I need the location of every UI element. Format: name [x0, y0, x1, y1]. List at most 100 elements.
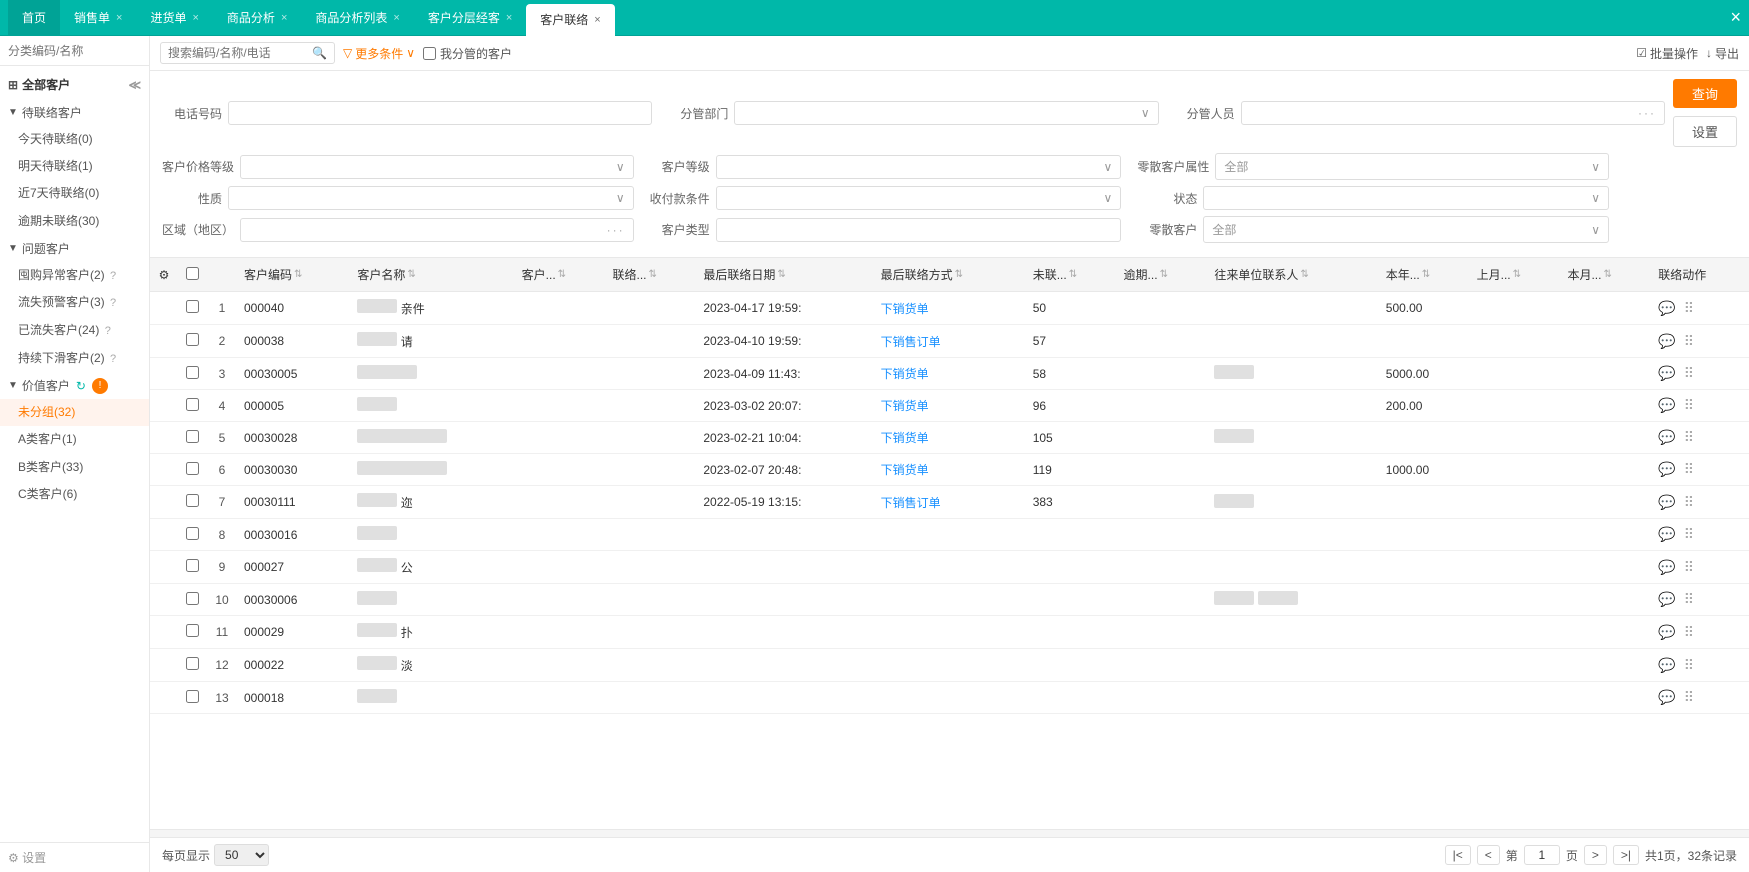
filter-input-phone[interactable]	[228, 101, 652, 125]
more-icon[interactable]: ⠿	[1684, 689, 1694, 706]
sidebar-item-declining[interactable]: 持续下滑客户(2) ?	[0, 345, 149, 373]
tab-sales[interactable]: 销售单 ×	[60, 0, 136, 36]
th-this-year[interactable]: 本年...⇅	[1380, 258, 1471, 292]
more-icon[interactable]: ⠿	[1684, 526, 1694, 543]
tab-goods-analysis-list[interactable]: 商品分析列表 ×	[301, 0, 413, 36]
more-icon[interactable]: ⠿	[1684, 591, 1694, 608]
chat-icon[interactable]: 💬	[1658, 494, 1675, 511]
chat-icon[interactable]: 💬	[1658, 365, 1675, 382]
sidebar-search-input[interactable]	[8, 44, 150, 58]
more-icon[interactable]: ⠿	[1684, 300, 1694, 317]
sidebar-item-churn-warning[interactable]: 流失预警客户(3) ?	[0, 289, 149, 317]
toolbar-search-input[interactable]	[168, 46, 308, 60]
more-icon[interactable]: ⠿	[1684, 624, 1694, 641]
filter-select-dept[interactable]: ∨	[734, 101, 1158, 125]
tab-purchase-close[interactable]: ×	[192, 12, 198, 24]
th-checkbox[interactable]	[178, 258, 206, 292]
filter-select-price-level[interactable]: ∨	[240, 155, 634, 179]
filter-select-retail-customer[interactable]: 全部 ∨	[1203, 216, 1609, 243]
filter-select-nature[interactable]: ∨	[228, 186, 634, 210]
th-last-date[interactable]: 最后联络日期⇅	[697, 258, 874, 292]
toolbar-search-icon[interactable]: 🔍	[312, 46, 327, 60]
more-icon[interactable]: ⠿	[1684, 365, 1694, 382]
query-btn[interactable]: 查询	[1673, 79, 1737, 108]
next-page-btn[interactable]: >	[1584, 845, 1607, 865]
th-name[interactable]: 客户名称⇅	[351, 258, 515, 292]
th-settings[interactable]: ⚙	[150, 258, 178, 292]
chat-icon[interactable]: 💬	[1658, 624, 1675, 641]
my-customer-checkbox[interactable]	[423, 47, 436, 60]
filter-input-customer-type[interactable]	[716, 218, 1122, 242]
more-icon[interactable]: ⠿	[1684, 333, 1694, 350]
filter-select-payment[interactable]: ∨	[716, 186, 1122, 210]
chat-icon[interactable]: 💬	[1658, 559, 1675, 576]
select-all-checkbox[interactable]	[186, 267, 199, 280]
chat-icon[interactable]: 💬	[1658, 461, 1675, 478]
sidebar-item-overdue[interactable]: 逾期未联络(30)	[0, 208, 149, 235]
sidebar-item-abnormal[interactable]: 囤购异常客户(2) ?	[0, 262, 149, 290]
tab-goods-analysis[interactable]: 商品分析 ×	[213, 0, 301, 36]
tab-goods-analysis-list-close[interactable]: ×	[393, 12, 399, 24]
sidebar-item-7days[interactable]: 近7天待联络(0)	[0, 180, 149, 207]
filter-select-person[interactable]: ···	[1241, 101, 1665, 125]
more-icon[interactable]: ⠿	[1684, 657, 1694, 674]
filter-select-region[interactable]: ···	[240, 218, 634, 242]
more-icon[interactable]: ⠿	[1684, 397, 1694, 414]
chat-icon[interactable]: 💬	[1658, 526, 1675, 543]
sidebar-all-customers[interactable]: ⊞ 全部客户 ≪	[0, 70, 149, 99]
page-input[interactable]	[1524, 845, 1560, 865]
batch-ops-btn[interactable]: ☑ 批量操作	[1636, 45, 1698, 62]
filter-more-btn[interactable]: ▽ 更多条件 ∨	[343, 45, 415, 62]
th-last-method[interactable]: 最后联络方式⇅	[875, 258, 1027, 292]
chat-icon[interactable]: 💬	[1658, 333, 1675, 350]
refresh-icon[interactable]: ↻	[76, 379, 86, 393]
tab-purchase[interactable]: 进货单 ×	[136, 0, 212, 36]
sidebar-group-pending[interactable]: ▼ 待联络客户	[0, 99, 149, 126]
td-checkbox[interactable]	[178, 292, 206, 325]
more-icon[interactable]: ⠿	[1684, 494, 1694, 511]
first-page-btn[interactable]: |<	[1445, 845, 1471, 865]
sidebar-item-class-a[interactable]: A类客户(1)	[0, 426, 149, 453]
more-icon[interactable]: ⠿	[1684, 429, 1694, 446]
td-last-method[interactable]: 下销货单	[875, 292, 1027, 325]
tab-customer-contact-close[interactable]: ×	[594, 14, 600, 26]
th-last-month[interactable]: 上月...⇅	[1471, 258, 1562, 292]
th-type[interactable]: 客户...⇅	[516, 258, 607, 292]
tab-customer-contact[interactable]: 客户联络 ×	[526, 4, 614, 36]
tab-customer-segment[interactable]: 客户分层经客 ×	[414, 0, 526, 36]
filter-select-retail-attr[interactable]: 全部 ∨	[1215, 153, 1609, 180]
chat-icon[interactable]: 💬	[1658, 429, 1675, 446]
sidebar-item-churned[interactable]: 已流失客户(24) ?	[0, 317, 149, 345]
tab-home[interactable]: 首页	[8, 0, 60, 36]
tab-customer-segment-close[interactable]: ×	[506, 12, 512, 24]
th-not-contacted[interactable]: 未联...⇅	[1027, 258, 1118, 292]
th-this-month[interactable]: 本月...⇅	[1561, 258, 1652, 292]
last-page-btn[interactable]: >|	[1613, 845, 1639, 865]
th-overdue[interactable]: 逾期...⇅	[1118, 258, 1209, 292]
sidebar-item-class-c[interactable]: C类客户(6)	[0, 481, 149, 508]
tab-goods-analysis-close[interactable]: ×	[281, 12, 287, 24]
close-all-btn[interactable]: ×	[1730, 7, 1741, 28]
sidebar-item-ungrouped[interactable]: 未分组(32)	[0, 399, 149, 426]
chat-icon[interactable]: 💬	[1658, 689, 1675, 706]
prev-page-btn[interactable]: <	[1477, 845, 1500, 865]
my-customer-filter[interactable]: 我分管的客户	[423, 45, 512, 62]
chat-icon[interactable]: 💬	[1658, 397, 1675, 414]
reset-btn[interactable]: 设置	[1673, 116, 1737, 147]
horizontal-scrollbar[interactable]	[150, 829, 1749, 837]
more-icon[interactable]: ⠿	[1684, 461, 1694, 478]
chat-icon[interactable]: 💬	[1658, 591, 1675, 608]
export-btn[interactable]: ↓ 导出	[1706, 45, 1739, 62]
tab-sales-close[interactable]: ×	[116, 12, 122, 24]
th-contact-person[interactable]: 往来单位联系人⇅	[1208, 258, 1379, 292]
chat-icon[interactable]: 💬	[1658, 657, 1675, 674]
sidebar-item-class-b[interactable]: B类客户(33)	[0, 454, 149, 481]
more-icon[interactable]: ⠿	[1684, 559, 1694, 576]
sidebar-group-problem[interactable]: ▼ 问题客户	[0, 235, 149, 262]
filter-select-customer-level[interactable]: ∨	[716, 155, 1122, 179]
sidebar-group-value[interactable]: ▼ 价值客户 ↻ !	[0, 372, 149, 399]
sidebar-item-tomorrow[interactable]: 明天待联络(1)	[0, 153, 149, 180]
page-size-select[interactable]: 50 100 200	[214, 844, 269, 866]
sidebar-item-today[interactable]: 今天待联络(0)	[0, 126, 149, 153]
chat-icon[interactable]: 💬	[1658, 300, 1675, 317]
